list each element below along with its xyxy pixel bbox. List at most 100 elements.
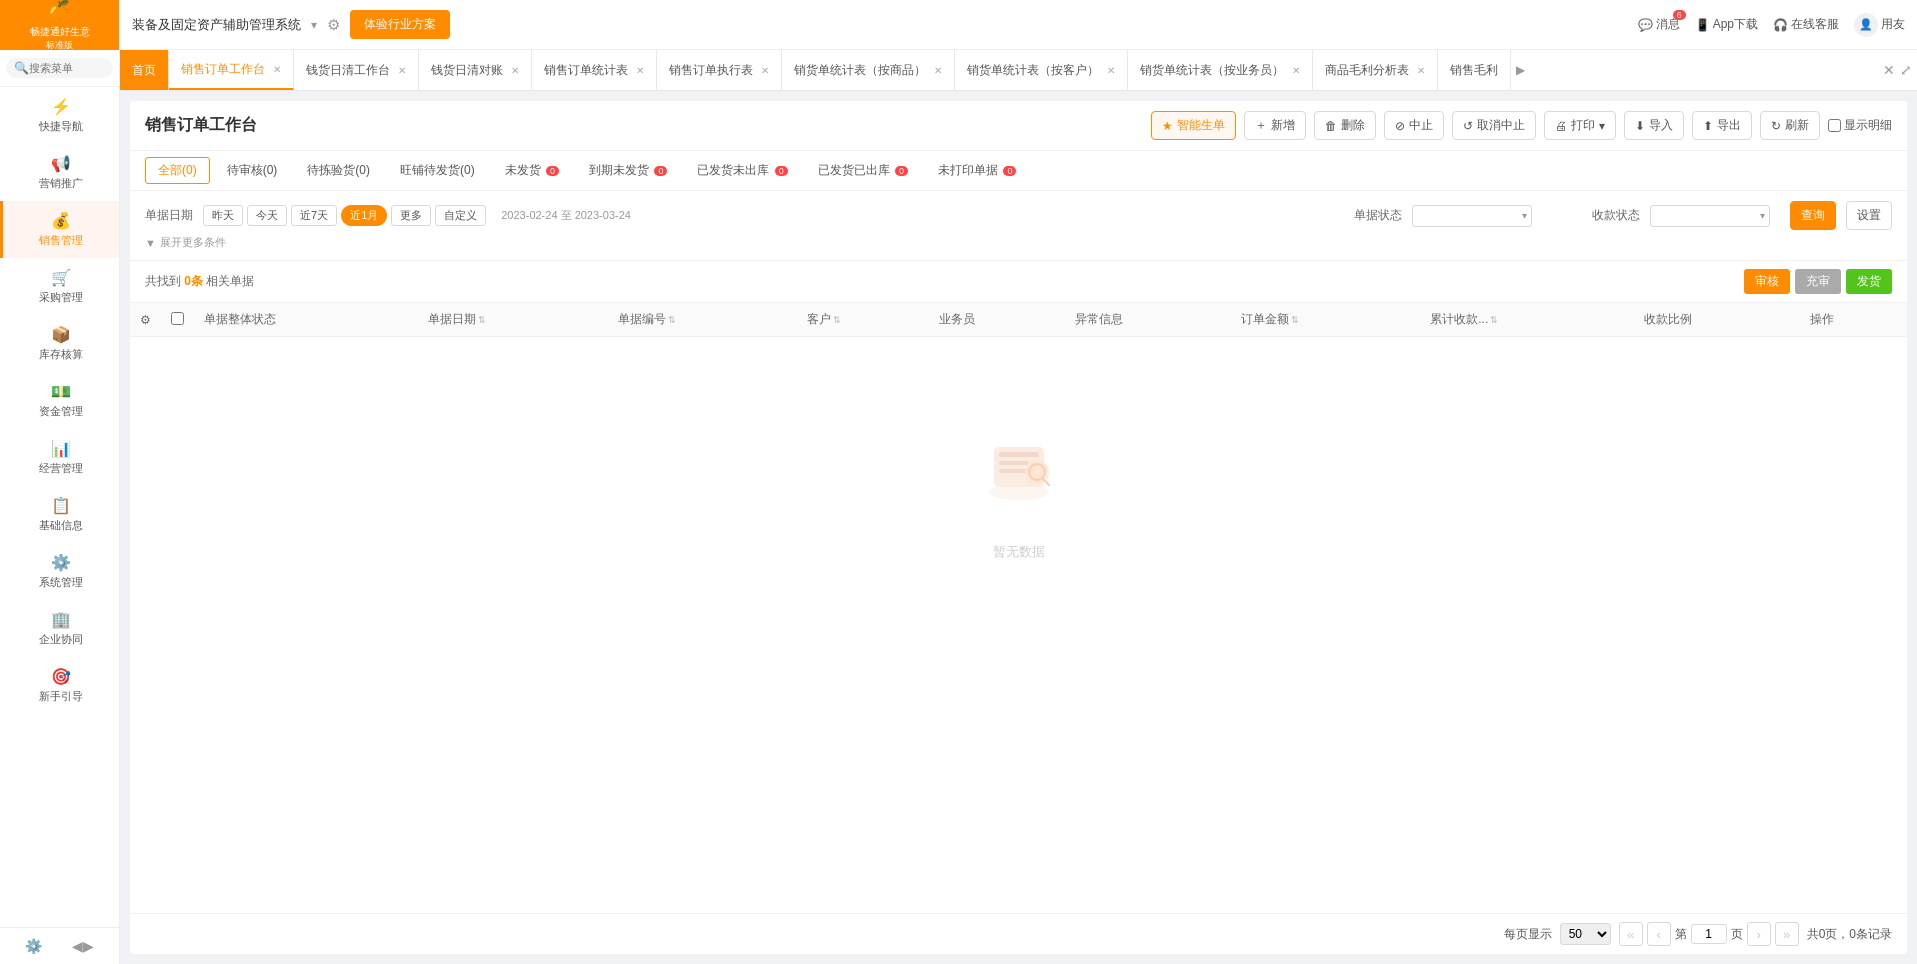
export-button[interactable]: ⬆ 导出 (1692, 111, 1752, 140)
payment-select[interactable] (1650, 205, 1770, 227)
purchase-icon: 🛒 (51, 268, 71, 287)
th-exception: 异常信息 (1065, 303, 1230, 337)
tab-stats-customer[interactable]: 销货单统计表（按客户） ✕ (955, 50, 1128, 90)
next-page-btn[interactable]: › (1747, 922, 1771, 946)
search-inner[interactable]: 🔍 (6, 58, 113, 78)
filter-tab-all[interactable]: 全部(0) (145, 157, 210, 184)
sidebar-item-guide[interactable]: 🎯 新手引导 (0, 657, 119, 714)
tab-cash-daily-close[interactable]: ✕ (398, 65, 406, 76)
date-btn-custom[interactable]: 自定义 (435, 205, 486, 226)
system-title: 装备及固定资产辅助管理系统 (132, 16, 301, 34)
smart-generate-button[interactable]: ★ 智能生单 (1151, 111, 1236, 140)
print-button[interactable]: 🖨 打印 ▾ (1544, 111, 1616, 140)
filter-tab-wangpu[interactable]: 旺铺待发货(0) (387, 157, 488, 184)
sidebar-item-base-info[interactable]: 📋 基础信息 (0, 486, 119, 543)
tabs-scroll-right[interactable]: ▶ (1511, 63, 1530, 77)
first-page-btn[interactable]: « (1619, 922, 1643, 946)
sidebar-item-sales[interactable]: 💰 销售管理 (0, 201, 119, 258)
sidebar-item-system[interactable]: ⚙️ 系统管理 (0, 543, 119, 600)
page-size-select[interactable]: 50 20 100 (1560, 923, 1611, 945)
cancel-stop-button[interactable]: ↺ 取消中止 (1452, 111, 1536, 140)
sort-date[interactable]: 单据日期 ⇅ (428, 311, 486, 328)
query-button[interactable]: 查询 (1790, 201, 1836, 230)
sidebar-item-inventory[interactable]: 📦 库存核算 (0, 315, 119, 372)
tab-margin-close[interactable]: ✕ (1417, 65, 1425, 76)
filter-tab-shipped-out[interactable]: 已发货已出库 0 (805, 157, 921, 184)
filter-tab-not-shipped[interactable]: 未发货 0 (492, 157, 572, 184)
cta-button[interactable]: 体验行业方案 (350, 10, 450, 39)
show-detail-checkbox-wrap[interactable]: 显示明细 (1828, 117, 1892, 134)
expand-conditions-btn[interactable]: ▼ 展开更多条件 (145, 235, 1892, 250)
prev-page-btn[interactable]: ‹ (1647, 922, 1671, 946)
page-input[interactable] (1691, 924, 1727, 944)
refresh-button[interactable]: ↻ 刷新 (1760, 111, 1820, 140)
tab-stats-staff-close[interactable]: ✕ (1292, 65, 1300, 76)
user-menu[interactable]: 👤 用友 (1854, 13, 1905, 37)
sort-number[interactable]: 单据编号 ⇅ (618, 311, 676, 328)
settings-filter-button[interactable]: 设置 (1846, 201, 1892, 230)
filter-tab-pending-inspection-label: 待拣验货(0) (307, 163, 370, 177)
settings-bottom-icon[interactable]: ⚙️ (25, 938, 42, 954)
tab-sales-order-workbench-close[interactable]: ✕ (273, 64, 281, 75)
th-exception-label: 异常信息 (1075, 312, 1123, 326)
column-settings-icon[interactable]: ⚙ (140, 313, 151, 327)
ship-button[interactable]: 发货 (1846, 269, 1892, 294)
filter-tab-pending-review[interactable]: 待审核(0) (214, 157, 291, 184)
date-btn-7days[interactable]: 近7天 (291, 205, 337, 226)
tab-order-stats[interactable]: 销售订单统计表 ✕ (532, 50, 657, 90)
topbar-settings-icon[interactable]: ⚙ (327, 16, 340, 34)
sidebar-item-quick-nav[interactable]: ⚡ 快捷导航 (0, 87, 119, 144)
tab-reconcile-close[interactable]: ✕ (511, 65, 519, 76)
add-button[interactable]: ＋ 新增 (1244, 111, 1306, 140)
audit-button[interactable]: 审核 (1744, 269, 1790, 294)
sidebar-item-marketing[interactable]: 📢 营销推广 (0, 144, 119, 201)
system-dropdown-icon[interactable]: ▾ (311, 18, 317, 32)
search-input[interactable] (29, 62, 105, 74)
date-btn-1month[interactable]: 近1月 (341, 205, 387, 226)
tab-order-stats-close[interactable]: ✕ (636, 65, 644, 76)
filter-tab-not-printed[interactable]: 未打印单据 0 (925, 157, 1029, 184)
stop-button[interactable]: ⊘ 中止 (1384, 111, 1444, 140)
sidebar-item-operations[interactable]: 📊 经营管理 (0, 429, 119, 486)
tab-cash-daily[interactable]: 钱货日清工作台 ✕ (294, 50, 419, 90)
sort-amount[interactable]: 订单金额 ⇅ (1241, 311, 1299, 328)
import-button[interactable]: ⬇ 导入 (1624, 111, 1684, 140)
filter-tab-pending-inspection[interactable]: 待拣验货(0) (294, 157, 383, 184)
date-btn-today[interactable]: 今天 (247, 205, 287, 226)
filter-tab-overdue[interactable]: 到期未发货 0 (576, 157, 680, 184)
sidebar-item-purchase[interactable]: 🛒 采购管理 (0, 258, 119, 315)
last-page-btn[interactable]: » (1775, 922, 1799, 946)
tab-stats-customer-close[interactable]: ✕ (1107, 65, 1115, 76)
tab-stats-staff[interactable]: 销货单统计表（按业务员） ✕ (1128, 50, 1313, 90)
sidebar-item-finance[interactable]: 💵 资金管理 (0, 372, 119, 429)
online-service-link[interactable]: 🎧 在线客服 (1773, 16, 1839, 33)
tab-maximize-icon[interactable]: ⤢ (1900, 62, 1912, 78)
app-download-link[interactable]: 📱 App下载 (1695, 16, 1758, 33)
status-select[interactable] (1412, 205, 1532, 227)
delete-button[interactable]: 🗑 删除 (1314, 111, 1376, 140)
tab-reconcile[interactable]: 钱货日清对账 ✕ (419, 50, 532, 90)
sort-collected[interactable]: 累计收款... ⇅ (1430, 311, 1498, 328)
sidebar-item-corp[interactable]: 🏢 企业协同 (0, 600, 119, 657)
tab-sales-order-workbench[interactable]: 销售订单工作台 ✕ (169, 50, 294, 90)
filter-tab-shipped-not-out[interactable]: 已发货未出库 0 (684, 157, 800, 184)
tab-margin[interactable]: 商品毛利分析表 ✕ (1313, 50, 1438, 90)
tab-sales-more[interactable]: 销售毛利 (1438, 50, 1511, 90)
tab-order-exec-close[interactable]: ✕ (761, 65, 769, 76)
collapse-icon[interactable]: ◀▶ (72, 938, 94, 954)
tab-home[interactable]: 首页 (120, 50, 169, 90)
tab-order-exec[interactable]: 销售订单执行表 ✕ (657, 50, 782, 90)
page-title: 销售订单工作台 (145, 115, 1143, 136)
select-all-checkbox[interactable] (171, 312, 184, 325)
date-btn-more[interactable]: 更多 (391, 205, 431, 226)
tab-stats-product[interactable]: 销货单统计表（按商品） ✕ (782, 50, 955, 90)
sort-status[interactable]: 单据整体状态 (204, 311, 276, 328)
tab-close-all-icon[interactable]: ✕ (1883, 62, 1895, 78)
cancel-audit-button[interactable]: 充审 (1795, 269, 1841, 294)
sort-customer[interactable]: 客户 ⇅ (807, 311, 841, 328)
messages-link[interactable]: 💬 6 消息 (1638, 16, 1680, 33)
tab-stats-product-close[interactable]: ✕ (934, 65, 942, 76)
date-btn-yesterday[interactable]: 昨天 (203, 205, 243, 226)
import-icon: ⬇ (1635, 119, 1645, 133)
show-detail-checkbox[interactable] (1828, 119, 1841, 132)
